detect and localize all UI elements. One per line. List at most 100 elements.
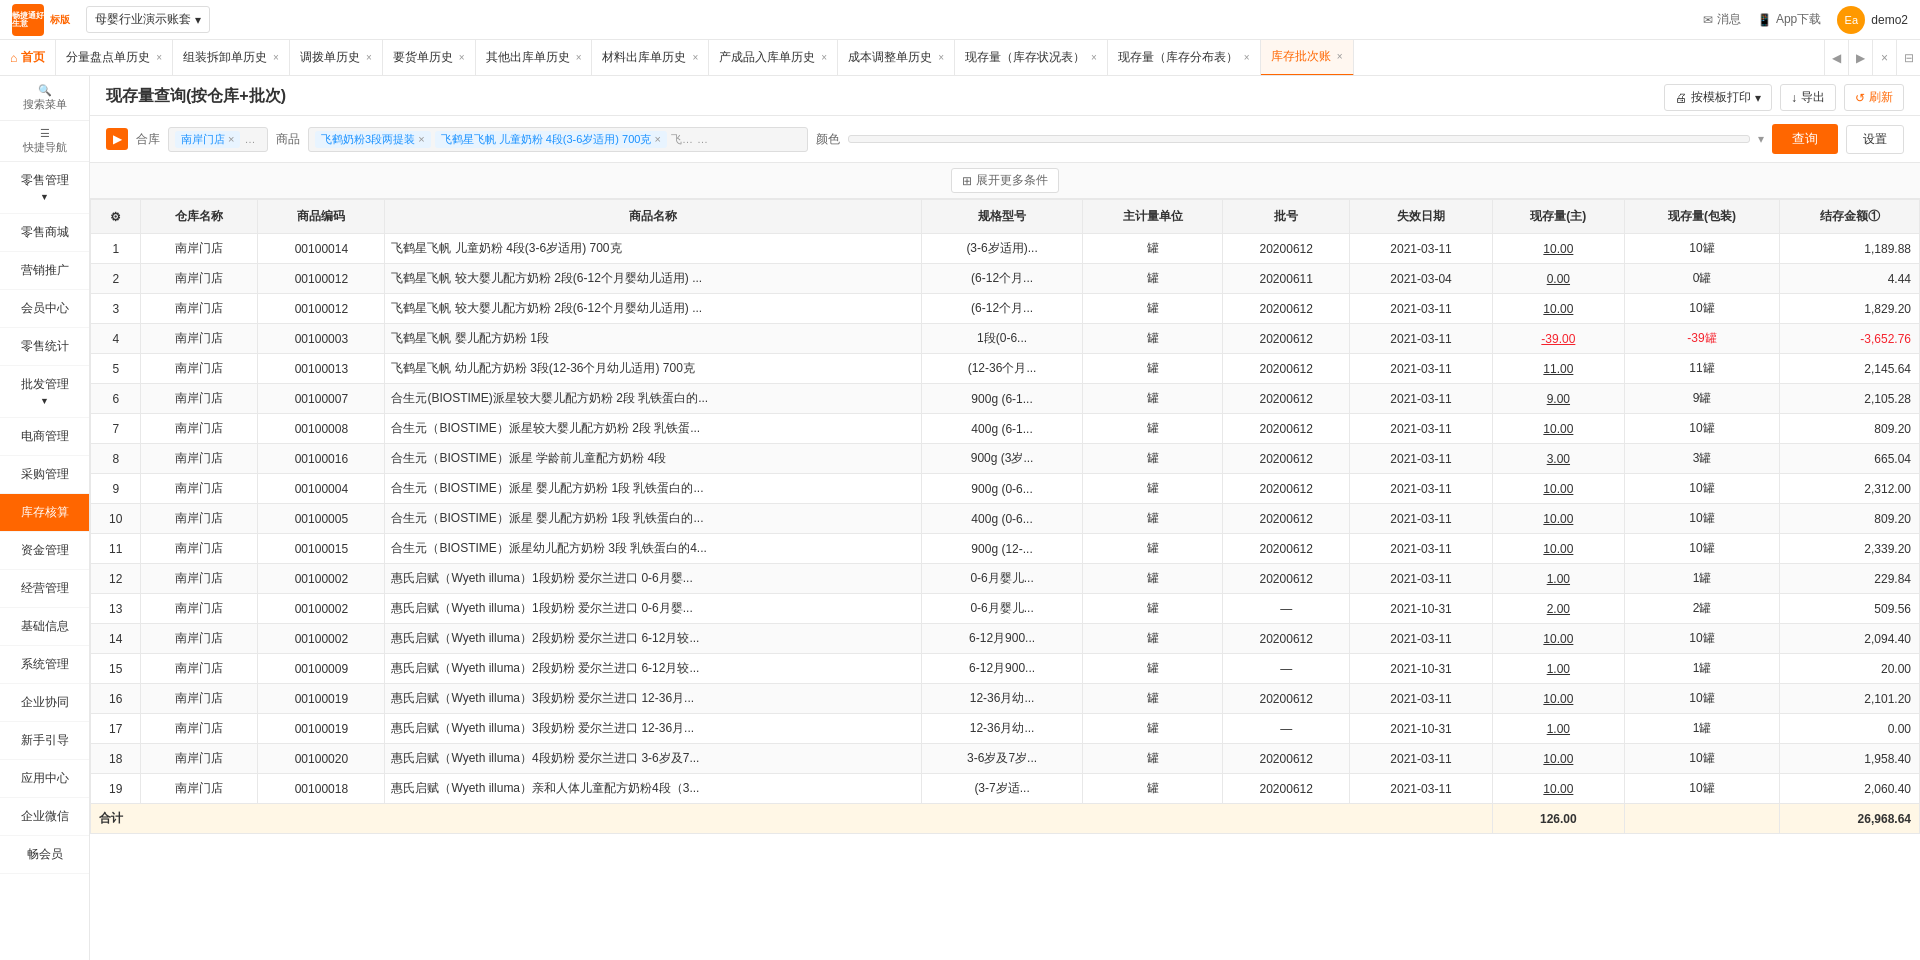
cell-batch: —	[1223, 594, 1350, 624]
warehouse-more-icon[interactable]: …	[244, 133, 255, 145]
cell-no: 19	[91, 774, 141, 804]
tab-home[interactable]: ⌂ 首页	[0, 40, 56, 76]
tab-zuzhangchaijian[interactable]: 组装拆卸单历史 ×	[173, 40, 290, 76]
cell-spec: 0-6月婴儿...	[921, 594, 1083, 624]
close-icon[interactable]: ×	[156, 52, 162, 63]
tab-cailiaochuku[interactable]: 材料出库单历史 ×	[592, 40, 709, 76]
close-icon[interactable]: ×	[1337, 51, 1343, 62]
template-print-btn[interactable]: 🖨 按模板打印 ▾	[1664, 84, 1772, 111]
company-selector[interactable]: 母婴行业演示账套 ▾	[86, 6, 210, 33]
gear-icon[interactable]: ⚙	[110, 210, 121, 224]
cell-batch: 20200612	[1223, 324, 1350, 354]
table-row: 19 南岸门店 00100018 惠氏启赋（Wyeth illuma）亲和人体儿…	[91, 774, 1920, 804]
cell-amount: -3,652.76	[1780, 324, 1920, 354]
close-icon[interactable]: ×	[459, 52, 465, 63]
close-icon[interactable]: ×	[692, 52, 698, 63]
warehouse-filter-input[interactable]: 南岸门店 × …	[168, 127, 268, 152]
product-dots-icon[interactable]: …	[697, 133, 708, 145]
color-filter-input[interactable]	[848, 135, 1750, 143]
close-icon[interactable]: ×	[1244, 52, 1250, 63]
user-name[interactable]: demo2	[1871, 13, 1908, 27]
sidebar-item-operations[interactable]: 经营管理	[0, 570, 89, 608]
tab-xiancunliang-kucun[interactable]: 现存量（库存状况表） ×	[955, 40, 1108, 76]
close-icon[interactable]: ×	[938, 52, 944, 63]
cell-batch: 20200612	[1223, 294, 1350, 324]
nav-next-arrow[interactable]: ▶	[1848, 40, 1872, 76]
cell-qty-pack: 9罐	[1624, 384, 1779, 414]
sidebar-item-member[interactable]: 会员中心	[0, 290, 89, 328]
search-button[interactable]: 查询	[1772, 124, 1838, 154]
cell-qty-pack: 1罐	[1624, 654, 1779, 684]
cell-qty-main: 11.00	[1492, 354, 1624, 384]
sidebar-item-appcenter[interactable]: 应用中心	[0, 760, 89, 798]
cell-warehouse: 南岸门店	[141, 774, 258, 804]
cell-no: 2	[91, 264, 141, 294]
sidebar-item-guide[interactable]: 新手引导	[0, 722, 89, 760]
close-icon[interactable]: ×	[1091, 52, 1097, 63]
nav-prev-arrow[interactable]: ◀	[1824, 40, 1848, 76]
cell-spec: 6-12月900...	[921, 624, 1083, 654]
product-more-icon[interactable]: 飞…	[671, 132, 693, 147]
sidebar-item-wechat[interactable]: 企业微信	[0, 798, 89, 836]
sidebar-item-inventory[interactable]: 库存核算	[0, 494, 89, 532]
filter-toggle-btn[interactable]: ▶	[106, 128, 128, 150]
expand-conditions-btn[interactable]: ⊞ 展开更多条件	[951, 168, 1059, 193]
tab-chanru[interactable]: 产成品入库单历史 ×	[709, 40, 838, 76]
sidebar-item-ecommerce[interactable]: 电商管理	[0, 418, 89, 456]
tab-fenliangpandian[interactable]: 分量盘点单历史 ×	[56, 40, 173, 76]
refresh-label: 刷新	[1869, 89, 1893, 106]
sidebar-item-marketing[interactable]: 营销推广	[0, 252, 89, 290]
cell-warehouse: 南岸门店	[141, 234, 258, 264]
cell-expire: 2021-03-11	[1350, 684, 1492, 714]
export-btn[interactable]: ↓ 导出	[1780, 84, 1836, 111]
close-all-icon[interactable]: ×	[1872, 40, 1896, 76]
sidebar-item-enterprise[interactable]: 企业协同	[0, 684, 89, 722]
tab-qitachuku[interactable]: 其他出库单历史 ×	[476, 40, 593, 76]
tab-kucunpici[interactable]: 库存批次账 ×	[1261, 40, 1354, 76]
sidebar-search[interactable]: 🔍 搜索菜单	[0, 76, 89, 121]
tag-close-icon[interactable]: ×	[654, 133, 660, 145]
sidebar-item-purchase[interactable]: 采购管理	[0, 456, 89, 494]
cell-qty-main: 2.00	[1492, 594, 1624, 624]
settings-button[interactable]: 设置	[1846, 125, 1904, 154]
sidebar-item-basics[interactable]: 基础信息	[0, 608, 89, 646]
close-icon[interactable]: ×	[273, 52, 279, 63]
tab-chenben[interactable]: 成本调整单历史 ×	[838, 40, 955, 76]
col-qty-main: 现存量(主)	[1492, 200, 1624, 234]
cell-spec: (3-6岁适用)...	[921, 234, 1083, 264]
close-icon[interactable]: ×	[366, 52, 372, 63]
sidebar-item-system[interactable]: 系统管理	[0, 646, 89, 684]
product-filter-input[interactable]: 飞鹤奶粉3段两提装 × 飞鹤星飞帆 儿童奶粉 4段(3-6岁适用) 700克 ×…	[308, 127, 808, 152]
warehouse-filter-label: 合库	[136, 131, 160, 148]
tag-close-icon[interactable]: ×	[418, 133, 424, 145]
sidebar-item-member2[interactable]: 畅会员	[0, 836, 89, 874]
cell-name: 惠氏启赋（Wyeth illuma）2段奶粉 爱尔兰进口 6-12月较...	[385, 624, 921, 654]
cell-code: 00100019	[258, 684, 385, 714]
app-download-btn[interactable]: 📱 App下载	[1757, 11, 1821, 28]
sidebar: 🔍 搜索菜单 ☰ 快捷导航 零售管理 ▼ 零售商城 营销推广 会员中心 零售统计…	[0, 76, 90, 960]
tag-close-icon[interactable]: ×	[228, 133, 234, 145]
close-icon[interactable]: ×	[576, 52, 582, 63]
tab-yaohuo[interactable]: 要货单历史 ×	[383, 40, 476, 76]
cell-qty-main: 1.00	[1492, 654, 1624, 684]
refresh-btn[interactable]: ↺ 刷新	[1844, 84, 1904, 111]
message-btn[interactable]: ✉ 消息	[1703, 11, 1741, 28]
sidebar-item-retail-manage[interactable]: 零售管理 ▼	[0, 162, 89, 214]
sidebar-item-wholesale[interactable]: 批发管理 ▼	[0, 366, 89, 418]
logo-area: 畅捷通好生意 标版	[12, 4, 70, 36]
cell-code: 00100005	[258, 504, 385, 534]
cell-no: 1	[91, 234, 141, 264]
sidebar-item-finance[interactable]: 资金管理	[0, 532, 89, 570]
sidebar-item-retail-stats[interactable]: 零售统计	[0, 328, 89, 366]
sidebar-quick-nav[interactable]: ☰ 快捷导航	[0, 121, 89, 162]
sidebar-item-retail-mall[interactable]: 零售商城	[0, 214, 89, 252]
cell-no: 6	[91, 384, 141, 414]
more-tabs-icon[interactable]: ⊟	[1896, 40, 1920, 76]
tab-diaobodanls[interactable]: 调拨单历史 ×	[290, 40, 383, 76]
col-gear[interactable]: ⚙	[91, 200, 141, 234]
tab-xiancunliang-fenpei[interactable]: 现存量（库存分布表） ×	[1108, 40, 1261, 76]
close-icon[interactable]: ×	[821, 52, 827, 63]
export-label: 导出	[1801, 89, 1825, 106]
chevron-down-icon: ▾	[1755, 91, 1761, 105]
table-row: 1 南岸门店 00100014 飞鹤星飞帆 儿童奶粉 4段(3-6岁适用) 70…	[91, 234, 1920, 264]
